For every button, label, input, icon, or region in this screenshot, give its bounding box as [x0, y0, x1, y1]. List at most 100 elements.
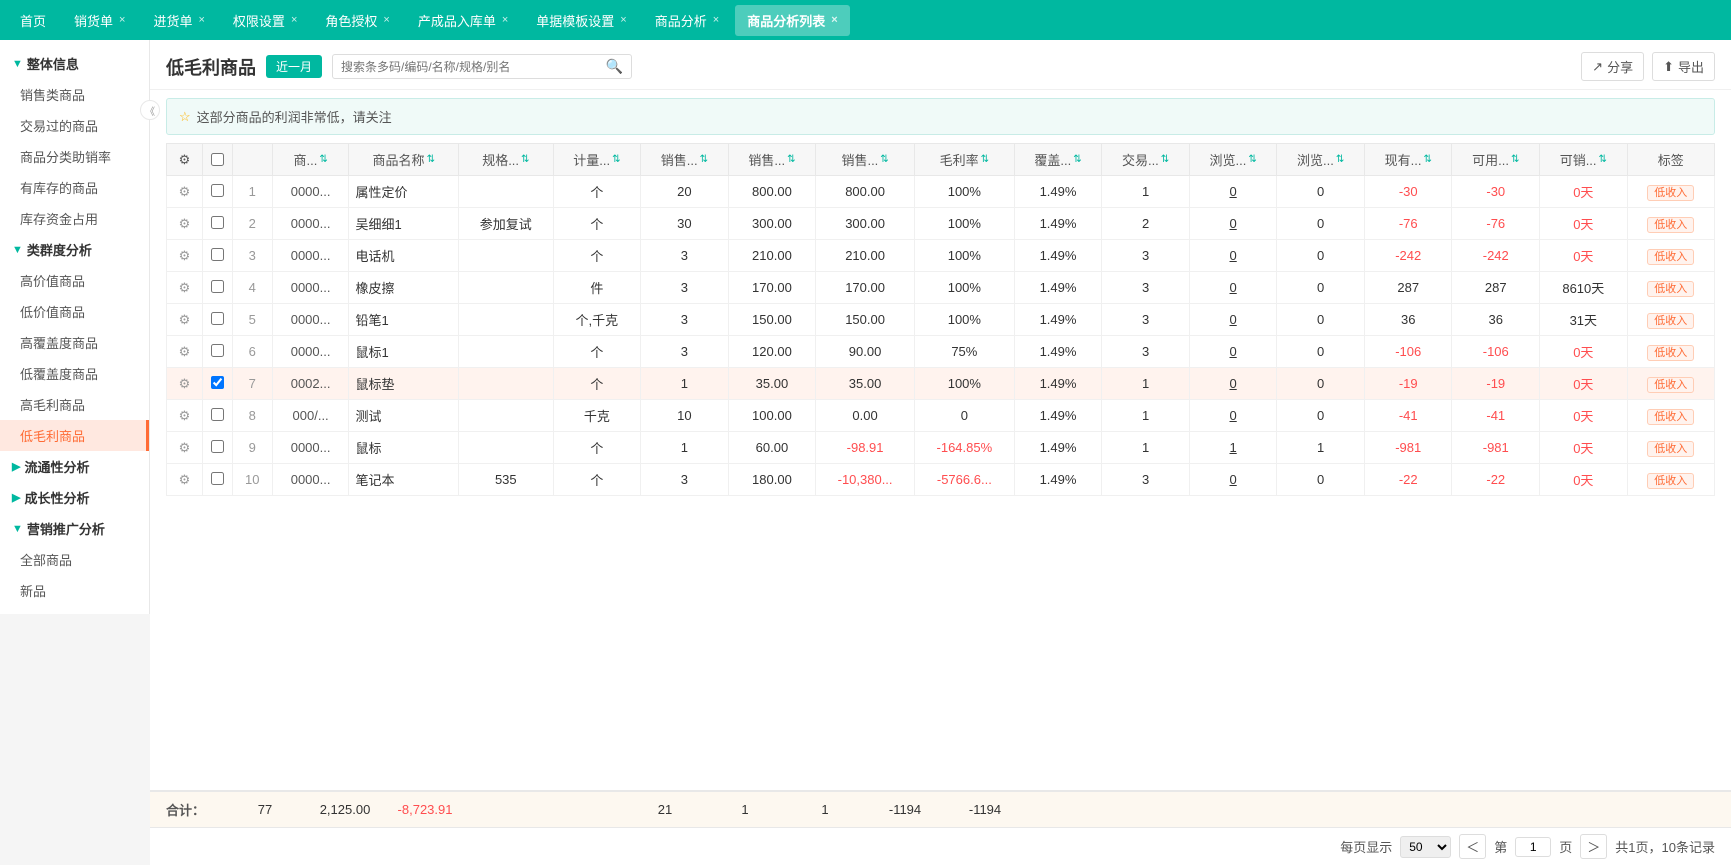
browse1-link[interactable]: 0: [1230, 344, 1237, 359]
row-checkbox[interactable]: [211, 248, 224, 261]
th-current[interactable]: 现有...⇅: [1364, 144, 1452, 176]
td-browse1[interactable]: 0: [1189, 400, 1277, 432]
browse1-link[interactable]: 0: [1230, 184, 1237, 199]
nav-item-goods-analysis[interactable]: 商品分析 ×: [643, 5, 731, 36]
nav-close-role[interactable]: ×: [383, 14, 389, 26]
td-name[interactable]: 橡皮擦: [349, 272, 459, 304]
td-browse1[interactable]: 0: [1189, 208, 1277, 240]
nav-close-template[interactable]: ×: [620, 14, 626, 26]
td-name[interactable]: 铅笔1: [349, 304, 459, 336]
browse1-link[interactable]: 0: [1230, 472, 1237, 487]
nav-close-sales[interactable]: ×: [119, 14, 125, 26]
td-gear[interactable]: ⚙: [167, 176, 203, 208]
sort-icon-sales-qty[interactable]: ⇅: [700, 154, 708, 165]
page-size-select[interactable]: 50 10 20 100: [1400, 836, 1451, 858]
sort-icon-available[interactable]: ⇅: [1511, 154, 1519, 165]
sort-icon-code[interactable]: ⇅: [319, 154, 327, 165]
sidebar-group-header-marketing[interactable]: ▼ 营销推广分析: [0, 513, 149, 544]
nav-item-role[interactable]: 角色授权 ×: [313, 5, 401, 36]
sort-icon-name[interactable]: ⇅: [427, 154, 435, 165]
td-check[interactable]: [202, 240, 232, 272]
nav-item-sales[interactable]: 销货单 ×: [62, 5, 137, 36]
td-name[interactable]: 笔记本: [349, 464, 459, 496]
td-browse1[interactable]: 0: [1189, 176, 1277, 208]
row-checkbox[interactable]: [211, 344, 224, 357]
sidebar-item-high-margin[interactable]: 高毛利商品: [0, 389, 149, 420]
prev-page-button[interactable]: ＜: [1459, 834, 1486, 859]
sidebar-group-header-general[interactable]: ▼ 整体信息: [0, 48, 149, 79]
page-input[interactable]: [1515, 837, 1551, 857]
row-checkbox[interactable]: [211, 408, 224, 421]
th-check[interactable]: [202, 144, 232, 176]
th-name[interactable]: 商品名称⇅: [349, 144, 459, 176]
th-gross-rate[interactable]: 毛利率⇅: [914, 144, 1014, 176]
th-browse1[interactable]: 浏览...⇅: [1189, 144, 1277, 176]
sidebar-item-all-goods[interactable]: 全部商品: [0, 544, 149, 575]
sort-icon-browse1[interactable]: ⇅: [1248, 154, 1256, 165]
td-name[interactable]: 电话机: [349, 240, 459, 272]
td-name[interactable]: 属性定价: [349, 176, 459, 208]
td-name[interactable]: 鼠标: [349, 432, 459, 464]
search-input[interactable]: [341, 60, 606, 74]
th-saleable[interactable]: 可销...⇅: [1540, 144, 1628, 176]
sidebar-group-header-cluster[interactable]: ▼ 类群度分析: [0, 234, 149, 265]
th-code[interactable]: 商...⇅: [272, 144, 349, 176]
td-gear[interactable]: ⚙: [167, 272, 203, 304]
nav-close-purchase[interactable]: ×: [198, 14, 204, 26]
td-check[interactable]: [202, 432, 232, 464]
th-browse2[interactable]: 浏览...⇅: [1277, 144, 1365, 176]
sidebar-item-low-value[interactable]: 低价值商品: [0, 296, 149, 327]
td-check[interactable]: [202, 304, 232, 336]
sidebar-item-low-margin[interactable]: 低毛利商品: [0, 420, 149, 451]
td-browse1[interactable]: 0: [1189, 336, 1277, 368]
row-checkbox[interactable]: [211, 376, 224, 389]
browse1-link[interactable]: 0: [1230, 376, 1237, 391]
sort-icon-gross-rate[interactable]: ⇅: [981, 154, 989, 165]
nav-close-goods-analysis-list[interactable]: ×: [831, 14, 837, 26]
th-gear[interactable]: ⚙: [167, 144, 203, 176]
th-coverage[interactable]: 覆盖...⇅: [1014, 144, 1102, 176]
row-checkbox[interactable]: [211, 184, 224, 197]
th-spec[interactable]: 规格...⇅: [459, 144, 554, 176]
sidebar-item-in-stock-goods[interactable]: 有库存的商品: [0, 172, 149, 203]
sort-icon-saleable[interactable]: ⇅: [1599, 154, 1607, 165]
check-all[interactable]: [211, 153, 224, 166]
sidebar-item-traded-goods[interactable]: 交易过的商品: [0, 110, 149, 141]
sort-icon-sales-profit[interactable]: ⇅: [880, 154, 888, 165]
td-name[interactable]: 测试: [349, 400, 459, 432]
th-sales-price[interactable]: 销售...⇅: [728, 144, 816, 176]
browse1-link[interactable]: 0: [1230, 312, 1237, 327]
td-gear[interactable]: ⚙: [167, 400, 203, 432]
browse1-link[interactable]: 1: [1230, 440, 1237, 455]
th-trade[interactable]: 交易...⇅: [1102, 144, 1190, 176]
th-sales-qty[interactable]: 销售...⇅: [641, 144, 729, 176]
sort-icon-browse2[interactable]: ⇅: [1336, 154, 1344, 165]
td-name[interactable]: 吴细细1: [349, 208, 459, 240]
sort-icon-coverage[interactable]: ⇅: [1073, 154, 1081, 165]
sidebar-item-low-coverage[interactable]: 低覆盖度商品: [0, 358, 149, 389]
sidebar-item-category-rate[interactable]: 商品分类助销率: [0, 141, 149, 172]
row-checkbox[interactable]: [211, 280, 224, 293]
nav-item-purchase[interactable]: 进货单 ×: [141, 5, 216, 36]
sidebar-group-header-flow[interactable]: ▶ 流通性分析: [0, 451, 149, 482]
td-gear[interactable]: ⚙: [167, 304, 203, 336]
sort-icon-spec[interactable]: ⇅: [521, 154, 529, 165]
td-check[interactable]: [202, 272, 232, 304]
td-browse1[interactable]: 0: [1189, 272, 1277, 304]
td-browse1[interactable]: 0: [1189, 368, 1277, 400]
browse1-link[interactable]: 0: [1230, 248, 1237, 263]
th-sales-profit[interactable]: 销售...⇅: [816, 144, 915, 176]
row-checkbox[interactable]: [211, 472, 224, 485]
td-browse1[interactable]: 0: [1189, 304, 1277, 336]
td-check[interactable]: [202, 336, 232, 368]
td-gear[interactable]: ⚙: [167, 336, 203, 368]
sidebar-collapse-button[interactable]: 《: [140, 100, 160, 120]
nav-item-product-in[interactable]: 产成品入库单 ×: [406, 5, 520, 36]
sidebar-group-header-growth[interactable]: ▶ 成长性分析: [0, 482, 149, 513]
row-checkbox[interactable]: [211, 440, 224, 453]
sort-icon-trade[interactable]: ⇅: [1161, 154, 1169, 165]
td-browse1[interactable]: 0: [1189, 240, 1277, 272]
td-check[interactable]: [202, 464, 232, 496]
sidebar-item-high-coverage[interactable]: 高覆盖度商品: [0, 327, 149, 358]
nav-item-home[interactable]: 首页: [8, 5, 58, 36]
